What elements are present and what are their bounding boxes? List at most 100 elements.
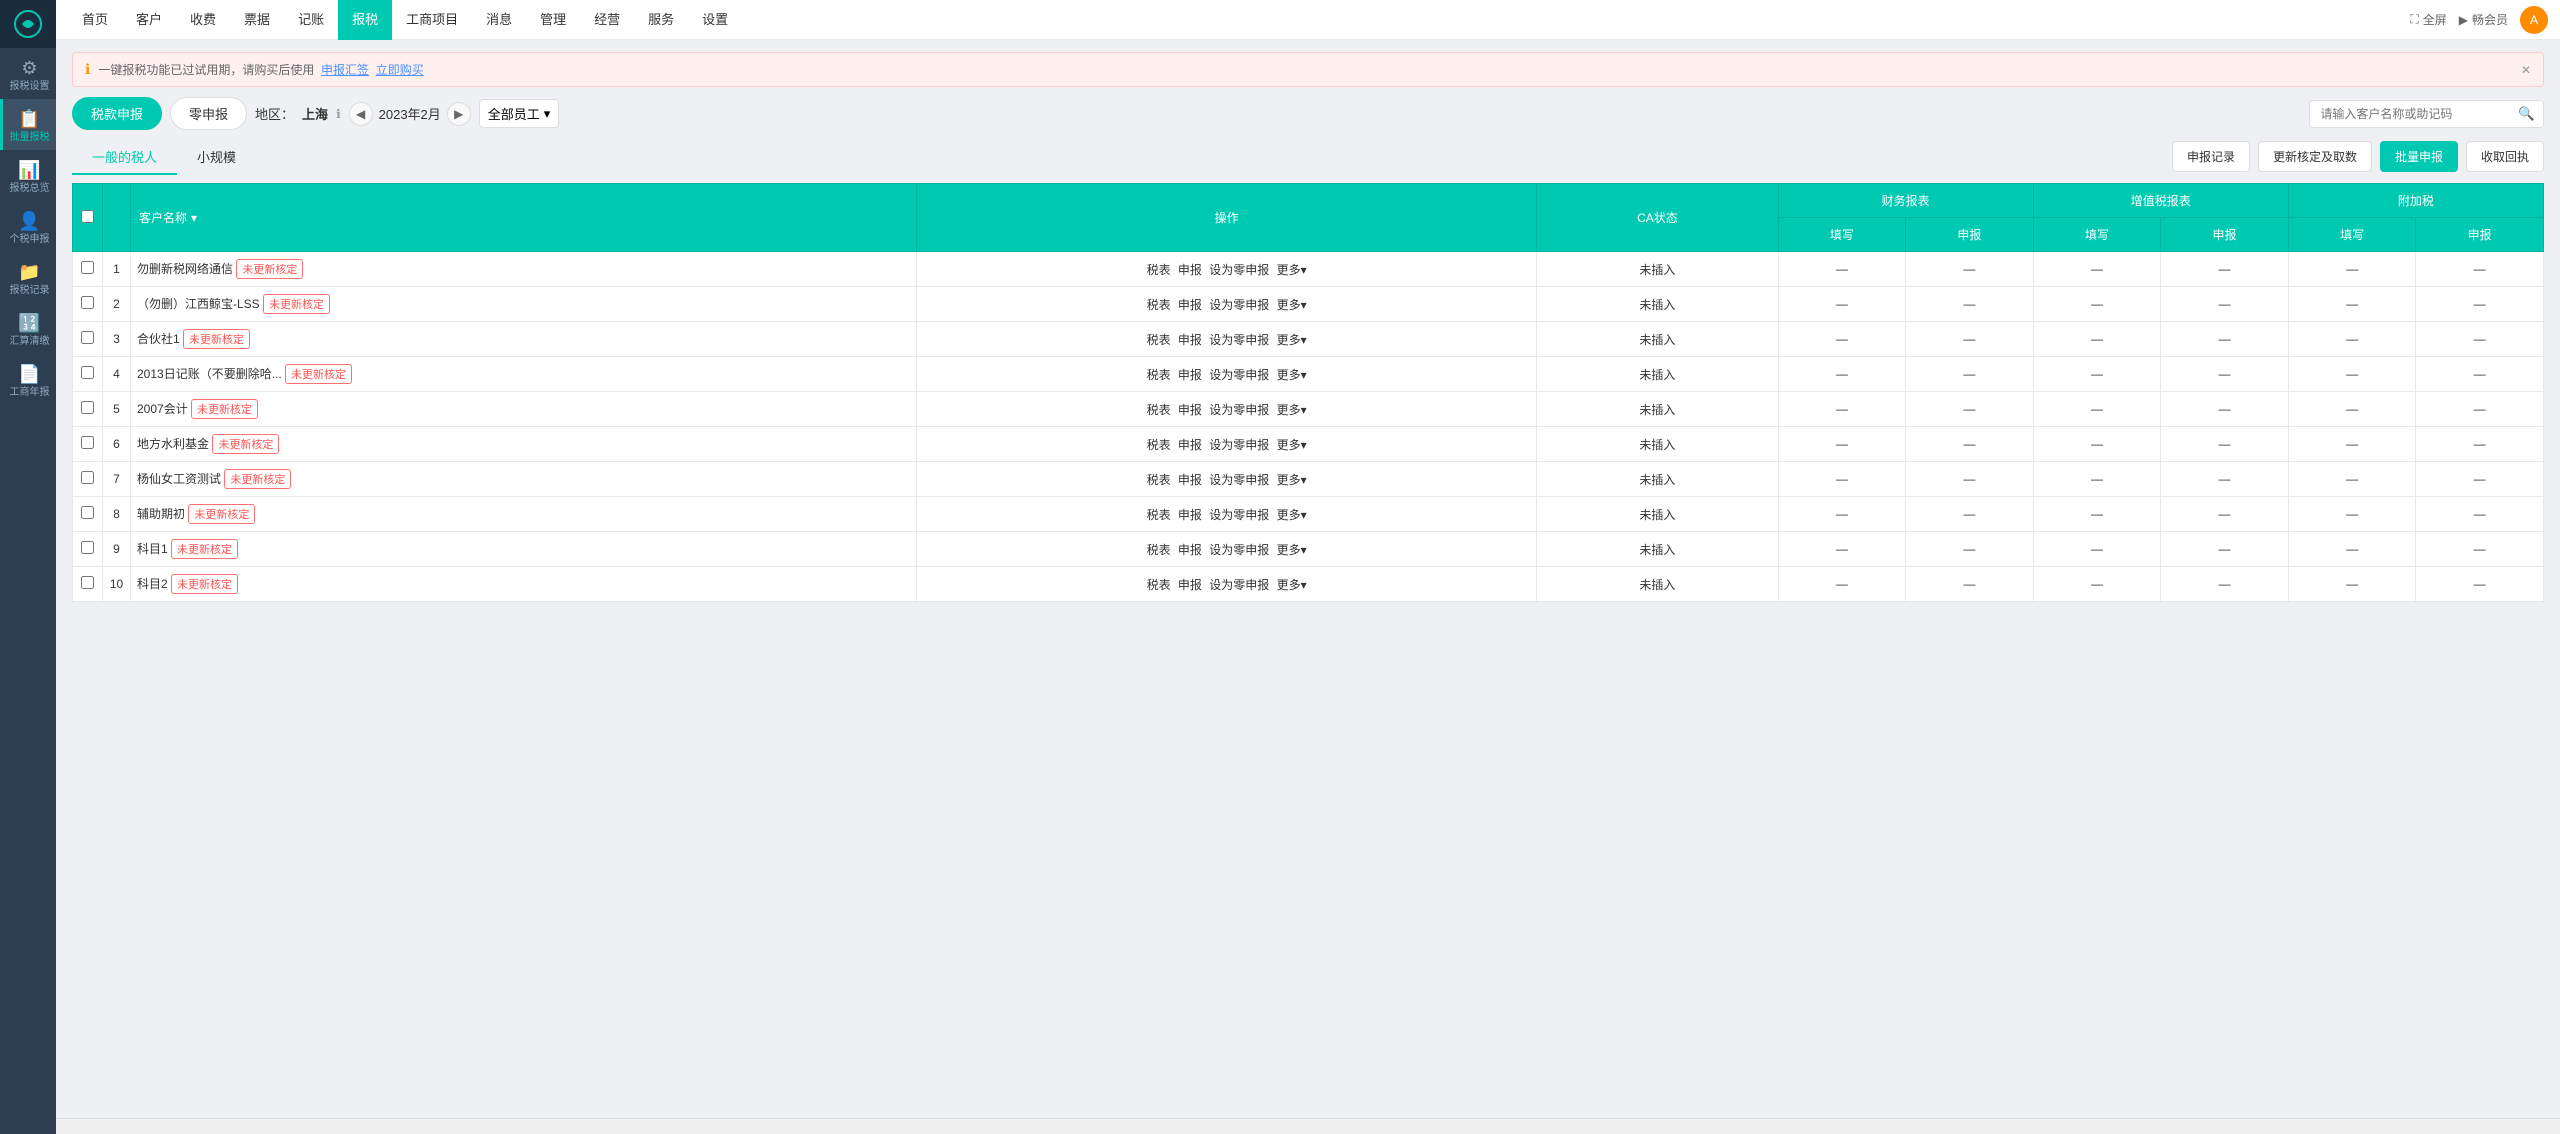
op-set-zero[interactable]: 设为零申报 [1207,543,1271,557]
op-declare[interactable]: 申报 [1176,263,1204,277]
sidebar-item-tax-settings[interactable]: ⚙ 报税设置 [0,48,56,99]
op-set-zero[interactable]: 设为零申报 [1207,403,1271,417]
op-declare[interactable]: 申报 [1176,543,1204,557]
sidebar-item-batch-tax[interactable]: 📋 批量报税 [0,99,56,150]
op-more[interactable]: 更多▾ [1275,578,1309,592]
nav-message[interactable]: 消息 [472,0,526,40]
row-checkbox[interactable] [73,427,103,462]
fullscreen-button[interactable]: ⛶ 全屏 [2410,11,2446,28]
nav-settings[interactable]: 设置 [688,0,742,40]
op-declare[interactable]: 申报 [1176,473,1204,487]
member-button[interactable]: ▶ 畅会员 [2459,11,2508,28]
batch-declare-button[interactable]: 批量申报 [2380,141,2458,172]
op-tax-form[interactable]: 税表 [1145,508,1173,522]
sidebar-item-personal-tax[interactable]: 👤 个税申报 [0,201,56,252]
update-confirmed-button[interactable]: 更新核定及取数 [2258,141,2372,172]
op-tax-form[interactable]: 税表 [1145,543,1173,557]
op-tax-form[interactable]: 税表 [1145,403,1173,417]
op-more[interactable]: 更多▾ [1275,403,1309,417]
row-f-dec: — [1906,532,2034,567]
sub-tab-small[interactable]: 小规模 [177,140,256,175]
op-set-zero[interactable]: 设为零申报 [1207,438,1271,452]
op-tax-form[interactable]: 税表 [1145,578,1173,592]
op-more[interactable]: 更多▾ [1275,543,1309,557]
dept-select[interactable]: 全部员工 ▾ [479,99,560,128]
nav-client[interactable]: 客户 [122,0,176,40]
nav-bookkeeping[interactable]: 记账 [284,0,338,40]
retrieve-return-button[interactable]: 收取回执 [2466,141,2544,172]
row-checkbox[interactable] [73,567,103,602]
select-all-checkbox[interactable] [81,210,94,223]
op-more[interactable]: 更多▾ [1275,368,1309,382]
nav-operation[interactable]: 经营 [580,0,634,40]
info-icon[interactable]: ℹ [336,107,341,121]
op-more[interactable]: 更多▾ [1275,333,1309,347]
row-checkbox[interactable] [73,532,103,567]
nav-tax[interactable]: 报税 [338,0,392,40]
op-set-zero[interactable]: 设为零申报 [1207,368,1271,382]
row-f-fill: — [1778,462,1906,497]
nav-manage[interactable]: 管理 [526,0,580,40]
op-more[interactable]: 更多▾ [1275,473,1309,487]
op-declare[interactable]: 申报 [1176,298,1204,312]
search-button[interactable]: 🔍 [2510,101,2543,127]
scroll-bar-area[interactable] [56,1118,2560,1134]
tab-tax-declare[interactable]: 税款申报 [72,97,162,130]
op-declare[interactable]: 申报 [1176,403,1204,417]
notice-icon: ℹ [85,61,90,78]
nav-home[interactable]: 首页 [68,0,122,40]
row-a-fill: — [2288,357,2416,392]
op-set-zero[interactable]: 设为零申报 [1207,578,1271,592]
op-declare[interactable]: 申报 [1176,438,1204,452]
notice-close-button[interactable]: ✕ [2521,63,2531,77]
op-tax-form[interactable]: 税表 [1145,298,1173,312]
nav-business[interactable]: 工商项目 [392,0,472,40]
date-prev-button[interactable]: ◀ [349,102,373,126]
op-tax-form[interactable]: 税表 [1145,368,1173,382]
row-checkbox[interactable] [73,357,103,392]
op-declare[interactable]: 申报 [1176,578,1204,592]
sidebar-item-calc-clear[interactable]: 🔢 汇算清缴 [0,303,56,354]
op-more[interactable]: 更多▾ [1275,508,1309,522]
op-declare[interactable]: 申报 [1176,333,1204,347]
op-set-zero[interactable]: 设为零申报 [1207,298,1271,312]
op-more[interactable]: 更多▾ [1275,263,1309,277]
row-checkbox[interactable] [73,462,103,497]
row-checkbox[interactable] [73,287,103,322]
op-more[interactable]: 更多▾ [1275,298,1309,312]
notice-link-declare[interactable]: 申报汇签 [321,63,369,77]
date-next-button[interactable]: ▶ [447,102,471,126]
op-more[interactable]: 更多▾ [1275,438,1309,452]
op-set-zero[interactable]: 设为零申报 [1207,263,1271,277]
op-declare[interactable]: 申报 [1176,508,1204,522]
row-checkbox[interactable] [73,497,103,532]
op-set-zero[interactable]: 设为零申报 [1207,508,1271,522]
declare-record-button[interactable]: 申报记录 [2172,141,2250,172]
row-checkbox[interactable] [73,252,103,287]
op-tax-form[interactable]: 税表 [1145,438,1173,452]
sort-icon[interactable]: ▾ [191,211,197,225]
op-tax-form[interactable]: 税表 [1145,473,1173,487]
sidebar-item-tax-record[interactable]: 📁 报税记录 [0,252,56,303]
row-client-name: 科目2 未更新核定 [131,567,917,602]
sub-tab-general[interactable]: 一般的税人 [72,140,177,175]
sidebar-item-tax-overview[interactable]: 📊 报税总览 [0,150,56,201]
op-set-zero[interactable]: 设为零申报 [1207,333,1271,347]
row-checkbox[interactable] [73,322,103,357]
sub-tabs-left: 一般的税人 小规模 [72,140,256,173]
sidebar-item-business-report[interactable]: 📄 工商年报 [0,354,56,405]
tab-zero-declare[interactable]: 零申报 [170,97,247,130]
op-tax-form[interactable]: 税表 [1145,263,1173,277]
nav-billing[interactable]: 收费 [176,0,230,40]
op-set-zero[interactable]: 设为零申报 [1207,473,1271,487]
nav-invoice[interactable]: 票据 [230,0,284,40]
avatar[interactable]: A [2520,6,2548,34]
row-number: 1 [103,252,131,287]
nav-service[interactable]: 服务 [634,0,688,40]
row-checkbox[interactable] [73,392,103,427]
search-input[interactable] [2310,102,2510,126]
row-ca: 未插入 [1537,392,1778,427]
op-tax-form[interactable]: 税表 [1145,333,1173,347]
op-declare[interactable]: 申报 [1176,368,1204,382]
notice-link-buy[interactable]: 立即购买 [376,63,424,77]
